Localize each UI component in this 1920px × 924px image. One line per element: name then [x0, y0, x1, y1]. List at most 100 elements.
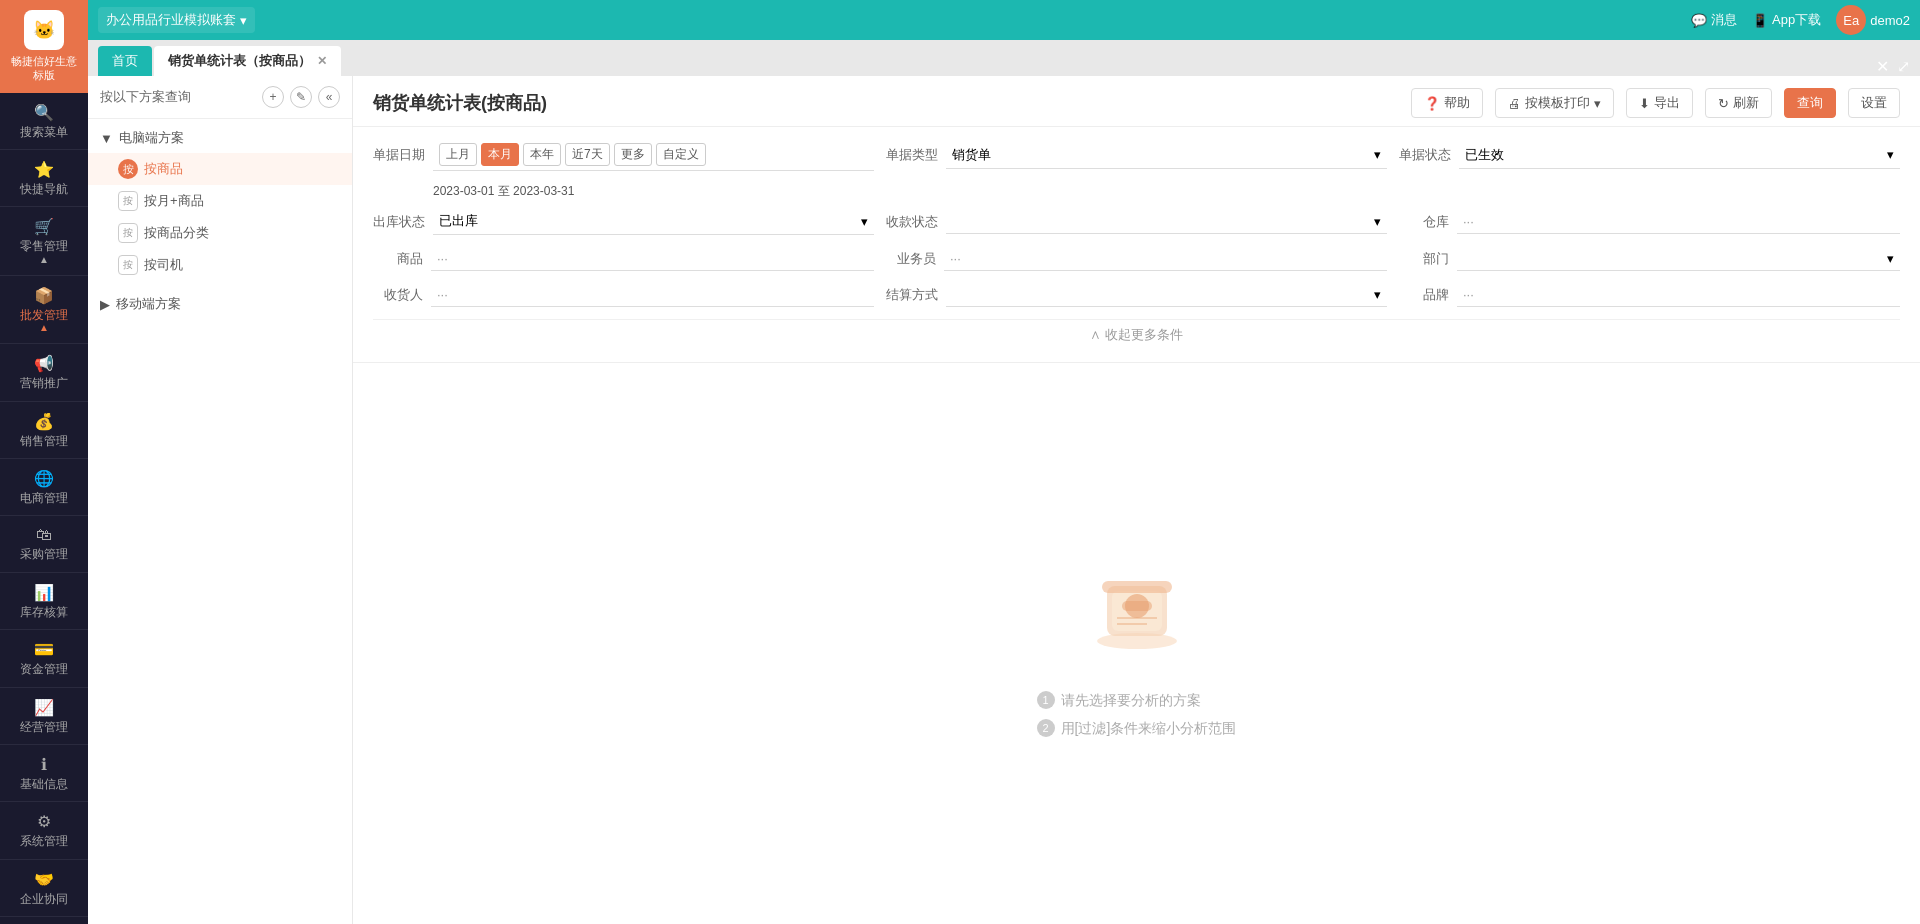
topbar-app-name: 办公用品行业模拟账套: [106, 11, 236, 29]
avatar: Ea: [1836, 5, 1866, 35]
tree-child-by-product[interactable]: 按 按商品: [88, 153, 352, 185]
warehouse-label: 仓库: [1399, 213, 1449, 231]
home-tab-label: 首页: [112, 52, 138, 70]
staff-input[interactable]: ···: [944, 247, 1387, 271]
date-btn-more[interactable]: 更多: [614, 143, 652, 166]
app-download-btn[interactable]: 📱 App下载: [1752, 11, 1821, 29]
add-scheme-btn[interactable]: +: [262, 86, 284, 108]
out-status-selector[interactable]: 已出库 ▾: [433, 208, 874, 235]
dept-selector[interactable]: ▾: [1457, 247, 1900, 271]
empty-tips: 1 请先选择要分析的方案 2 用[过滤]条件来缩小分析范围: [1037, 686, 1237, 742]
filter-row-3: 商品 ··· 业务员 ··· 部门: [373, 247, 1900, 271]
date-btn-last-month[interactable]: 上月: [439, 143, 477, 166]
product-dots: ···: [437, 251, 448, 266]
sidebar-item-sales[interactable]: 💰 销售管理: [0, 402, 88, 459]
template-print-btn[interactable]: 🖨 按模板打印 ▾: [1495, 88, 1614, 118]
status-selector[interactable]: 已生效 ▾: [1459, 142, 1900, 169]
refresh-btn[interactable]: ↻ 刷新: [1705, 88, 1772, 118]
sidebar-item-finance[interactable]: 💳 资金管理: [0, 630, 88, 687]
empty-tip-1: 1 请先选择要分析的方案: [1037, 686, 1237, 714]
collapse-panel-btn[interactable]: «: [318, 86, 340, 108]
tree-parent-mobile[interactable]: ▶ 移动端方案: [88, 289, 352, 319]
purchase-icon: 🛍: [36, 526, 52, 544]
date-btn-this-year[interactable]: 本年: [523, 143, 561, 166]
product-input[interactable]: ···: [431, 247, 874, 271]
tree-child-by-category[interactable]: 按 按商品分类: [88, 217, 352, 249]
close-window-btn[interactable]: ✕: [1876, 57, 1889, 76]
payment-selector[interactable]: ▾: [946, 283, 1387, 307]
tab-sales-stat[interactable]: 销货单统计表（按商品） ✕: [154, 46, 341, 76]
filter-brand: 品牌 ···: [1399, 283, 1900, 307]
payment-dropdown-icon: ▾: [1374, 287, 1381, 302]
receiver-input[interactable]: ···: [431, 283, 874, 307]
retail-arrow-icon: ▲: [39, 254, 49, 265]
sidebar: 🐱 畅捷信好生意 标版 🔍 搜索菜单 ⭐ 快捷导航 🛒 零售管理 ▲ 📦 批发管…: [0, 0, 88, 924]
filter-warehouse: 仓库 ···: [1399, 208, 1900, 235]
query-btn[interactable]: 查询: [1784, 88, 1836, 118]
receipt-status-selector[interactable]: ▾: [946, 210, 1387, 234]
sidebar-item-enterprise[interactable]: 🤝 企业协同: [0, 860, 88, 917]
tip-num-2: 2: [1037, 719, 1055, 737]
tree-section-desktop: ▼ 电脑端方案 按 按商品 按 按月+商品 按 按商品分类 按 按司机: [88, 119, 352, 285]
sidebar-item-inventory[interactable]: 📊 库存核算: [0, 573, 88, 630]
warehouse-input[interactable]: ···: [1457, 210, 1900, 234]
sidebar-item-marketing[interactable]: 📢 营销推广: [0, 344, 88, 401]
sidebar-nav: 🔍 搜索菜单 ⭐ 快捷导航 🛒 零售管理 ▲ 📦 批发管理 ▲ 📢 营销推广 💰…: [0, 93, 88, 924]
tab-home[interactable]: 首页: [98, 46, 152, 76]
tree-child-by-month-product[interactable]: 按 按月+商品: [88, 185, 352, 217]
message-btn[interactable]: 💬 消息: [1691, 11, 1737, 29]
tree-child-by-cashier[interactable]: 按 按司机: [88, 249, 352, 281]
filter-row-2: 出库状态 已出库 ▾ 收款状态 ▾ 仓库: [373, 208, 1900, 235]
maximize-window-btn[interactable]: ⤢: [1897, 57, 1910, 76]
type-selector[interactable]: 销货单 ▾: [946, 142, 1387, 169]
empty-tip-2: 2 用[过滤]条件来缩小分析范围: [1037, 714, 1237, 742]
empty-state: 1 请先选择要分析的方案 2 用[过滤]条件来缩小分析范围: [353, 363, 1920, 924]
sidebar-item-purchase[interactable]: 🛍 采购管理: [0, 516, 88, 572]
user-menu[interactable]: Ea demo2: [1836, 5, 1910, 35]
export-btn[interactable]: ⬇ 导出: [1626, 88, 1693, 118]
help-icon: ❓: [1424, 96, 1440, 111]
sidebar-item-retail[interactable]: 🛒 零售管理 ▲: [0, 207, 88, 275]
tree-parent-desktop[interactable]: ▼ 电脑端方案: [88, 123, 352, 153]
topbar-right: 💬 消息 📱 App下载 Ea demo2: [1691, 5, 1910, 35]
by-product-icon: 按: [118, 159, 138, 179]
sidebar-item-quick-nav[interactable]: ⭐ 快捷导航: [0, 150, 88, 207]
date-btn-7days[interactable]: 近7天: [565, 143, 610, 166]
sidebar-item-guide[interactable]: 🎯 新手引导: [0, 917, 88, 924]
export-icon: ⬇: [1639, 96, 1650, 111]
receiver-dots: ···: [437, 287, 448, 302]
settings-btn[interactable]: 设置: [1848, 88, 1900, 118]
date-label: 单据日期: [373, 146, 425, 164]
sidebar-item-operation[interactable]: 📈 经营管理: [0, 688, 88, 745]
tree-parent-label: 电脑端方案: [119, 129, 184, 147]
collapse-filter-btn[interactable]: ∧ 收起更多条件: [373, 319, 1900, 350]
empty-icon: [1077, 546, 1197, 666]
date-btn-custom[interactable]: 自定义: [656, 143, 706, 166]
filter-status: 单据状态 已生效 ▾: [1399, 139, 1900, 171]
sidebar-item-wholesale[interactable]: 📦 批发管理 ▲: [0, 276, 88, 344]
retail-icon: 🛒: [34, 217, 54, 236]
date-selector: 上月 本月 本年 近7天 更多 自定义: [433, 139, 874, 171]
operation-icon: 📈: [34, 698, 54, 717]
sidebar-item-base[interactable]: ℹ 基础信息: [0, 745, 88, 802]
sidebar-item-search[interactable]: 🔍 搜索菜单: [0, 93, 88, 150]
date-btn-this-month[interactable]: 本月: [481, 143, 519, 166]
left-panel-actions: + ✎ «: [262, 86, 340, 108]
edit-scheme-btn[interactable]: ✎: [290, 86, 312, 108]
sales-icon: 💰: [34, 412, 54, 431]
topbar-dropdown[interactable]: 办公用品行业模拟账套 ▾: [98, 7, 255, 33]
print-arrow-icon: ▾: [1594, 96, 1601, 111]
sidebar-item-ecommerce[interactable]: 🌐 电商管理: [0, 459, 88, 516]
phone-icon: 📱: [1752, 13, 1768, 28]
page-header: 销货单统计表(按商品) ❓ 帮助 🖨 按模板打印 ▾ ⬇ 导出: [353, 76, 1920, 127]
sidebar-item-system[interactable]: ⚙ 系统管理: [0, 802, 88, 859]
refresh-icon: ↻: [1718, 96, 1729, 111]
tab-close-icon[interactable]: ✕: [317, 54, 327, 68]
brand-input[interactable]: ···: [1457, 283, 1900, 307]
tabs-bar: 首页 销货单统计表（按商品） ✕ ✕ ⤢: [88, 40, 1920, 76]
receipt-dropdown-icon: ▾: [1374, 214, 1381, 229]
out-status-dropdown-icon: ▾: [861, 214, 868, 229]
help-btn[interactable]: ❓ 帮助: [1411, 88, 1483, 118]
out-status-label: 出库状态: [373, 213, 425, 231]
status-value: 已生效: [1465, 146, 1504, 164]
